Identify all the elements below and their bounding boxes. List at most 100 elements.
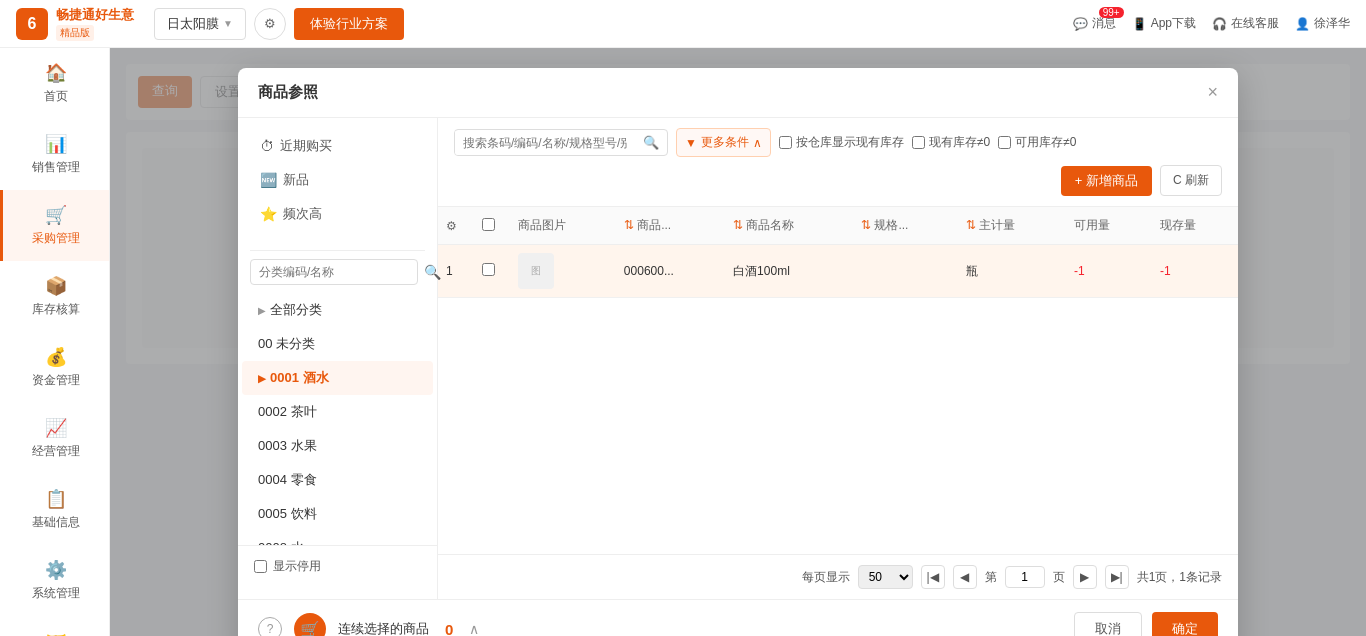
- footer-buttons: 取消 确定: [1074, 612, 1218, 636]
- category-item-all[interactable]: ▶ 全部分类: [242, 293, 433, 327]
- sidebar-item-label: 首页: [44, 88, 68, 105]
- checkbox-available-nonzero[interactable]: 可用库存≠0: [998, 134, 1076, 151]
- page-size-select[interactable]: 50 10 20 100: [858, 565, 913, 589]
- sidebar-item-inventory[interactable]: 📦 库存核算: [0, 261, 109, 332]
- available-nonzero-label: 可用库存≠0: [1015, 134, 1076, 151]
- row-available: -1: [1066, 245, 1152, 298]
- col-available: 可用量: [1066, 207, 1152, 245]
- col-name[interactable]: ⇅ 商品名称: [725, 207, 853, 245]
- product-image: 图: [518, 253, 554, 289]
- select-all-checkbox[interactable]: [482, 218, 495, 231]
- category-search-icon[interactable]: 🔍: [424, 264, 441, 280]
- sort-icon: ⇅: [861, 218, 871, 232]
- sidebar-item-basic-info[interactable]: 📋 基础信息: [0, 474, 109, 545]
- col-settings[interactable]: ⚙: [438, 207, 474, 245]
- logo-sub: 精品版: [56, 25, 94, 41]
- online-service-button[interactable]: 🎧 在线客服: [1212, 15, 1279, 32]
- prev-page-button[interactable]: ◀: [953, 565, 977, 589]
- page-number-input[interactable]: [1005, 566, 1045, 588]
- col-checkbox: [474, 207, 510, 245]
- by-warehouse-checkbox[interactable]: [779, 136, 792, 149]
- sidebar-item-management[interactable]: 📈 经营管理: [0, 403, 109, 474]
- page-suffix: 页: [1053, 569, 1065, 586]
- tab-new-product[interactable]: 🆕 新品: [250, 164, 425, 196]
- row-image-cell: 图: [510, 245, 616, 298]
- gear-button[interactable]: ⚙: [254, 8, 286, 40]
- star-icon: ⭐: [260, 206, 277, 222]
- headset-icon: 🎧: [1212, 17, 1227, 31]
- product-search-input[interactable]: [455, 131, 635, 155]
- management-icon: 📈: [45, 417, 67, 439]
- category-search-input[interactable]: [250, 259, 418, 285]
- collapse-icon[interactable]: ∧: [469, 621, 479, 636]
- category-item-beverage[interactable]: 0005 饮料: [242, 497, 433, 531]
- show-disabled-area: 显示停用: [238, 545, 437, 587]
- sidebar-item-enterprise[interactable]: 🤝 企业协同: [0, 616, 109, 636]
- filter-label: 更多条件: [701, 134, 749, 151]
- sidebar: 🏠 首页 📊 销售管理 🛒 采购管理 📦 库存核算 💰 资金管理 📈 经营管理 …: [0, 48, 110, 636]
- app-download-button[interactable]: 📱 App下载: [1132, 15, 1196, 32]
- tab-frequent[interactable]: ⭐ 频次高: [250, 198, 425, 230]
- system-icon: ⚙️: [45, 559, 67, 581]
- logo-text: 畅捷通好生意: [56, 6, 134, 24]
- product-search-icon[interactable]: 🔍: [635, 130, 667, 155]
- last-page-button[interactable]: ▶|: [1105, 565, 1129, 589]
- sidebar-item-label: 销售管理: [32, 159, 80, 176]
- col-spec[interactable]: ⇅ 规格...: [853, 207, 958, 245]
- table-header-row: ⚙ 商品图片: [438, 207, 1238, 245]
- category-item-tea[interactable]: 0002 茶叶: [242, 395, 433, 429]
- stock-nonzero-checkbox[interactable]: [912, 136, 925, 149]
- checkbox-stock-nonzero[interactable]: 现有库存≠0: [912, 134, 990, 151]
- avatar-icon: 👤: [1295, 17, 1310, 31]
- tab-recent-purchase[interactable]: ⏱ 近期购买: [250, 130, 425, 162]
- show-disabled-checkbox[interactable]: [254, 560, 267, 573]
- purchase-icon: 🛒: [45, 204, 67, 226]
- first-page-button[interactable]: |◀: [921, 565, 945, 589]
- sidebar-item-finance[interactable]: 💰 资金管理: [0, 332, 109, 403]
- finance-icon: 💰: [45, 346, 67, 368]
- left-panel-tabs: ⏱ 近期购买 🆕 新品 ⭐ 频次高: [238, 130, 437, 230]
- help-button[interactable]: ?: [258, 617, 282, 636]
- sidebar-item-sales[interactable]: 📊 销售管理: [0, 119, 109, 190]
- main-layout: 🏠 首页 📊 销售管理 🛒 采购管理 📦 库存核算 💰 资金管理 📈 经营管理 …: [0, 48, 1366, 636]
- cancel-button[interactable]: 取消: [1074, 612, 1142, 636]
- trial-button[interactable]: 体验行业方案: [294, 8, 404, 40]
- product-reference-modal: 商品参照 × ⏱ 近期购买 🆕 新: [238, 68, 1238, 636]
- expand-arrow-icon: ▶: [258, 305, 266, 316]
- category-item-water[interactable]: 0008 水: [242, 531, 433, 545]
- enterprise-icon: 🤝: [45, 630, 67, 636]
- message-button[interactable]: 💬 消息 99+: [1073, 15, 1116, 32]
- row-checkbox[interactable]: [482, 263, 495, 276]
- table-row[interactable]: 1 图: [438, 245, 1238, 298]
- col-unit[interactable]: ⇅ 主计量: [958, 207, 1066, 245]
- row-stock: -1: [1152, 245, 1238, 298]
- checkbox-by-warehouse[interactable]: 按仓库显示现有库存: [779, 134, 904, 151]
- sidebar-item-label: 资金管理: [32, 372, 80, 389]
- sidebar-item-home[interactable]: 🏠 首页: [0, 48, 109, 119]
- modal-overlay: 商品参照 × ⏱ 近期购买 🆕 新: [110, 48, 1366, 636]
- col-code[interactable]: ⇅ 商品...: [616, 207, 725, 245]
- next-page-button[interactable]: ▶: [1073, 565, 1097, 589]
- category-item-uncategorized[interactable]: 00 未分类: [242, 327, 433, 361]
- confirm-button[interactable]: 确定: [1152, 612, 1218, 636]
- product-table-container: ⚙ 商品图片: [438, 207, 1238, 554]
- cart-button[interactable]: 🛒: [294, 613, 326, 636]
- sidebar-item-system[interactable]: ⚙️ 系统管理: [0, 545, 109, 616]
- category-item-alcohol[interactable]: ▶ 0001 酒水: [242, 361, 433, 395]
- add-product-button[interactable]: + 新增商品: [1061, 166, 1152, 196]
- refresh-button[interactable]: C 刷新: [1160, 165, 1222, 196]
- modal-close-button[interactable]: ×: [1207, 82, 1218, 103]
- category-item-fruit[interactable]: 0003 水果: [242, 429, 433, 463]
- category-item-snack[interactable]: 0004 零食: [242, 463, 433, 497]
- row-unit: 瓶: [958, 245, 1066, 298]
- page-label: 第: [985, 569, 997, 586]
- row-code: 000600...: [616, 245, 725, 298]
- filter-icon: ▼: [685, 136, 697, 150]
- user-avatar[interactable]: 👤 徐泽华: [1295, 15, 1350, 32]
- sidebar-item-purchase[interactable]: 🛒 采购管理: [0, 190, 109, 261]
- table-toolbar: 🔍 ▼ 更多条件 ∧ 按仓库显示现有库存: [438, 118, 1238, 207]
- nav-dropdown[interactable]: 日太阳膜 ▼: [154, 8, 246, 40]
- nav-arrow-icon: ▼: [223, 18, 233, 29]
- more-filter-button[interactable]: ▼ 更多条件 ∧: [676, 128, 771, 157]
- available-nonzero-checkbox[interactable]: [998, 136, 1011, 149]
